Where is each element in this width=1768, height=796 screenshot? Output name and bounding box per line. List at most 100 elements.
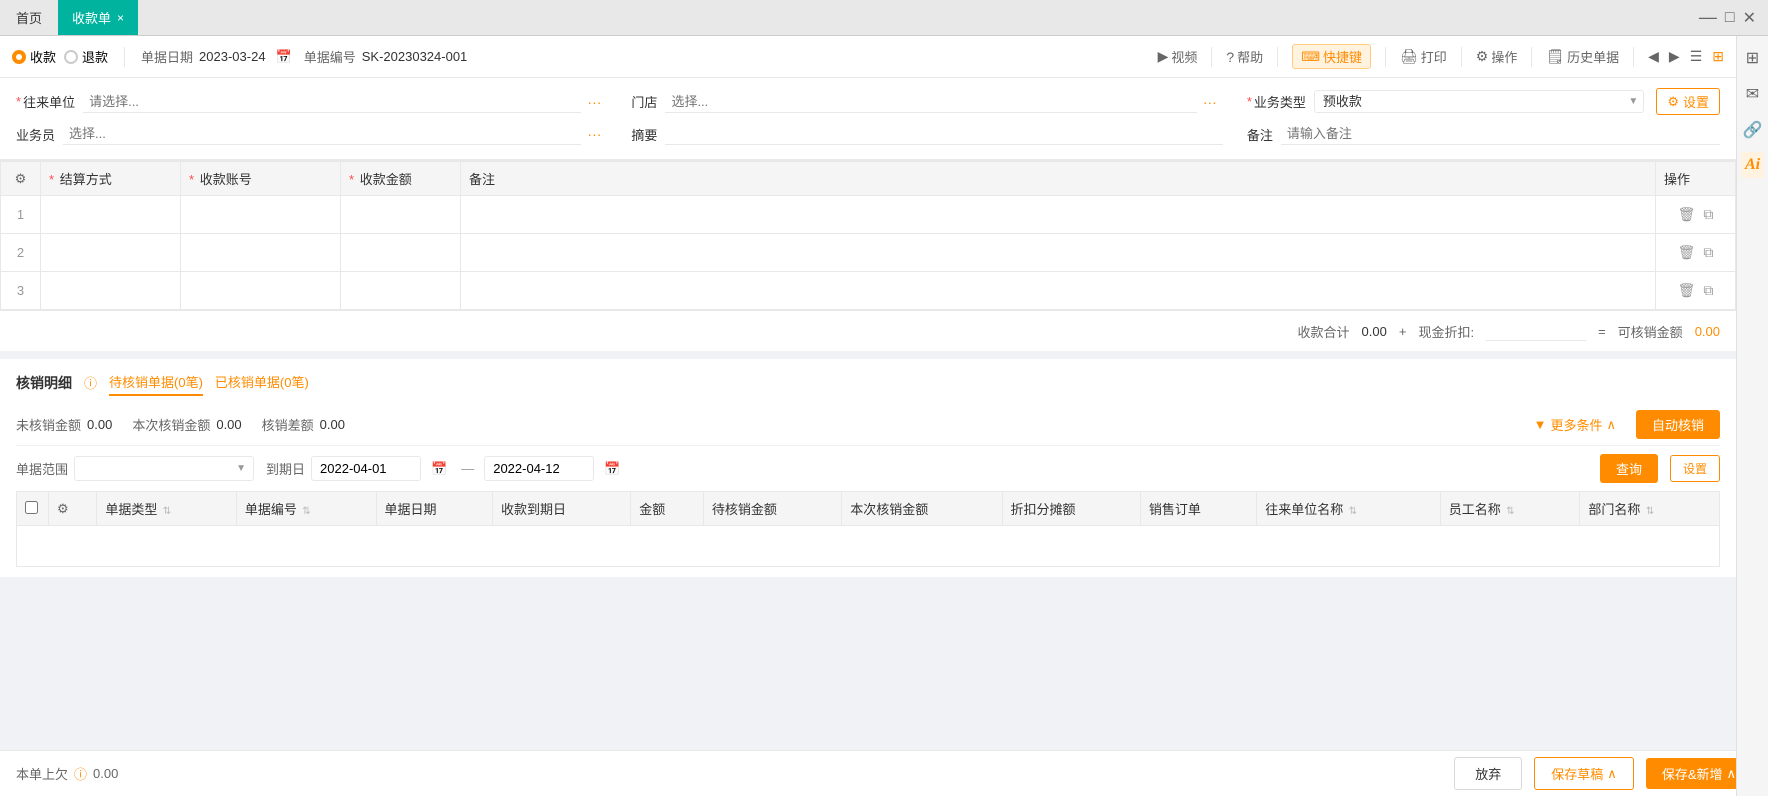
info-icon[interactable]: ⓘ bbox=[74, 764, 87, 783]
print-btn[interactable]: 🖨 打印 bbox=[1400, 47, 1447, 66]
delete-icon-2[interactable]: 🗑 bbox=[1678, 282, 1696, 299]
history-btn[interactable]: 🗒 历史单据 bbox=[1546, 47, 1619, 66]
vth-number-sort: ⇅ bbox=[302, 506, 310, 517]
copy-icon-2[interactable]: ⧉ bbox=[1703, 282, 1713, 299]
print-icon: 🖨 bbox=[1400, 48, 1418, 65]
shortcut-btn[interactable]: ⌨ 快捷键 bbox=[1292, 44, 1371, 69]
ai-sidebar-icon[interactable]: Ai bbox=[1741, 152, 1764, 178]
settle-input-0[interactable] bbox=[49, 207, 172, 222]
footer-prev-info: 本单上欠 ⓘ 0.00 bbox=[16, 764, 118, 783]
verify-settings-btn[interactable]: 设置 bbox=[1670, 455, 1720, 482]
done-tab[interactable]: 已核销单据(0笔) bbox=[215, 369, 309, 396]
vth-dept: 部门名称 ⇅ bbox=[1580, 492, 1720, 526]
copy-icon-0[interactable]: ⧉ bbox=[1703, 206, 1713, 223]
query-btn[interactable]: 查询 bbox=[1600, 454, 1658, 483]
discount-input[interactable] bbox=[1486, 321, 1586, 341]
video-btn[interactable]: ▶ 视频 bbox=[1158, 47, 1198, 66]
grid-view-icon[interactable]: ⊞ bbox=[1712, 48, 1724, 65]
current-label: 本次核销金额 bbox=[132, 415, 210, 434]
refund-radio[interactable]: 退款 bbox=[64, 47, 108, 66]
tab-receipt[interactable]: 收款单 × bbox=[58, 0, 138, 35]
amount-input-2[interactable] bbox=[349, 283, 452, 298]
counterpart-input[interactable] bbox=[83, 91, 581, 113]
operation-btn[interactable]: ⚙ 操作 bbox=[1476, 47, 1518, 66]
save-draft-btn[interactable]: 保存草稿 ∧ bbox=[1534, 757, 1634, 790]
calendar-to-icon[interactable]: 📅 bbox=[604, 461, 620, 477]
remark-input-2[interactable] bbox=[469, 283, 1647, 298]
row-amount-0[interactable] bbox=[341, 196, 461, 234]
prev-nav-icon[interactable]: ◀ bbox=[1648, 48, 1659, 65]
business-type-select[interactable]: 预收款 bbox=[1314, 90, 1644, 113]
row-remark-0[interactable] bbox=[461, 196, 1656, 234]
row-remark-2[interactable] bbox=[461, 272, 1656, 310]
required-mark2: * bbox=[1247, 94, 1252, 109]
tab-close-icon[interactable]: × bbox=[117, 11, 124, 25]
row-settle-1[interactable] bbox=[41, 234, 181, 272]
delete-icon-1[interactable]: 🗑 bbox=[1678, 244, 1696, 261]
tab-home[interactable]: 首页 bbox=[0, 0, 58, 35]
vth-employee-label: 员工名称 bbox=[1449, 502, 1501, 517]
vth-gear: ⚙ bbox=[49, 492, 97, 526]
table-gear-icon[interactable]: ⚙ bbox=[15, 171, 27, 186]
row-settle-2[interactable] bbox=[41, 272, 181, 310]
range-select[interactable] bbox=[74, 456, 254, 481]
date-to-input[interactable] bbox=[484, 456, 594, 481]
video-label: 视频 bbox=[1171, 47, 1197, 66]
copy-icon-1[interactable]: ⧉ bbox=[1703, 244, 1713, 261]
more-conditions-btn[interactable]: ▼ 更多条件 ∧ bbox=[1534, 415, 1616, 434]
receipt-radio[interactable]: 收款 bbox=[12, 47, 56, 66]
vth-type: 单据类型 ⇅ bbox=[97, 492, 237, 526]
select-all-checkbox[interactable] bbox=[25, 501, 38, 514]
row-account-1[interactable] bbox=[181, 234, 341, 272]
minimize-btn[interactable]: — bbox=[1699, 7, 1717, 28]
salesman-input[interactable] bbox=[63, 123, 581, 145]
maximize-btn[interactable]: □ bbox=[1725, 9, 1735, 27]
summary-input[interactable] bbox=[665, 123, 1222, 145]
help-btn[interactable]: ? 帮助 bbox=[1226, 47, 1263, 66]
account-input-0[interactable] bbox=[189, 207, 332, 222]
row-settle-0[interactable] bbox=[41, 196, 181, 234]
settle-input-2[interactable] bbox=[49, 283, 172, 298]
amount-input-0[interactable] bbox=[349, 207, 452, 222]
vth-dept-sort: ⇅ bbox=[1646, 506, 1654, 517]
store-input[interactable] bbox=[665, 91, 1196, 113]
next-nav-icon[interactable]: ▶ bbox=[1669, 48, 1680, 65]
table-sidebar-icon[interactable]: ⊞ bbox=[1742, 44, 1763, 72]
row-amount-2[interactable] bbox=[341, 272, 461, 310]
discount-label: 现金折扣: bbox=[1418, 322, 1474, 341]
abandon-btn[interactable]: 放弃 bbox=[1454, 757, 1522, 790]
pending-tab[interactable]: 待核销单据(0笔) bbox=[109, 369, 203, 396]
account-input-1[interactable] bbox=[189, 245, 332, 260]
calendar-from-icon[interactable]: 📅 bbox=[431, 461, 447, 477]
section-separator bbox=[0, 351, 1736, 359]
more-conditions-label: 更多条件 bbox=[1550, 415, 1602, 434]
counterpart-more-btn[interactable]: ··· bbox=[581, 94, 607, 110]
close-btn[interactable]: ✕ bbox=[1743, 8, 1756, 28]
row-account-0[interactable] bbox=[181, 196, 341, 234]
list-view-icon[interactable]: ☰ bbox=[1690, 48, 1703, 65]
vth-order-label: 销售订单 bbox=[1149, 502, 1201, 517]
row-remark-1[interactable] bbox=[461, 234, 1656, 272]
auto-verify-btn[interactable]: 自动核销 bbox=[1636, 410, 1720, 439]
remark-input-0[interactable] bbox=[469, 207, 1647, 222]
link-sidebar-icon[interactable]: 🔗 bbox=[1739, 116, 1767, 144]
verify-gear-icon[interactable]: ⚙ bbox=[57, 501, 69, 516]
email-sidebar-icon[interactable]: ✉ bbox=[1742, 80, 1763, 108]
vth-number-label: 单据编号 bbox=[245, 502, 297, 517]
calendar-icon[interactable]: 📅 bbox=[276, 49, 292, 65]
salesman-more-btn[interactable]: ··· bbox=[581, 126, 607, 142]
amount-input-1[interactable] bbox=[349, 245, 452, 260]
th-remark-label: 备注 bbox=[469, 172, 495, 187]
delete-icon-0[interactable]: 🗑 bbox=[1678, 206, 1696, 223]
settle-input-1[interactable] bbox=[49, 245, 172, 260]
settings-btn[interactable]: ⚙ 设置 bbox=[1656, 88, 1720, 115]
row-amount-1[interactable] bbox=[341, 234, 461, 272]
account-input-2[interactable] bbox=[189, 283, 332, 298]
date-from-input[interactable] bbox=[311, 456, 421, 481]
store-more-btn[interactable]: ··· bbox=[1197, 94, 1223, 110]
verify-info-icon[interactable]: ⓘ bbox=[84, 373, 97, 392]
remark-input-1[interactable] bbox=[469, 245, 1647, 260]
row-account-2[interactable] bbox=[181, 272, 341, 310]
verify-table-wrapper: ⚙ 单据类型 ⇅ 单据编号 ⇅ 单据日期 bbox=[16, 491, 1720, 567]
remark-input[interactable] bbox=[1281, 123, 1720, 145]
